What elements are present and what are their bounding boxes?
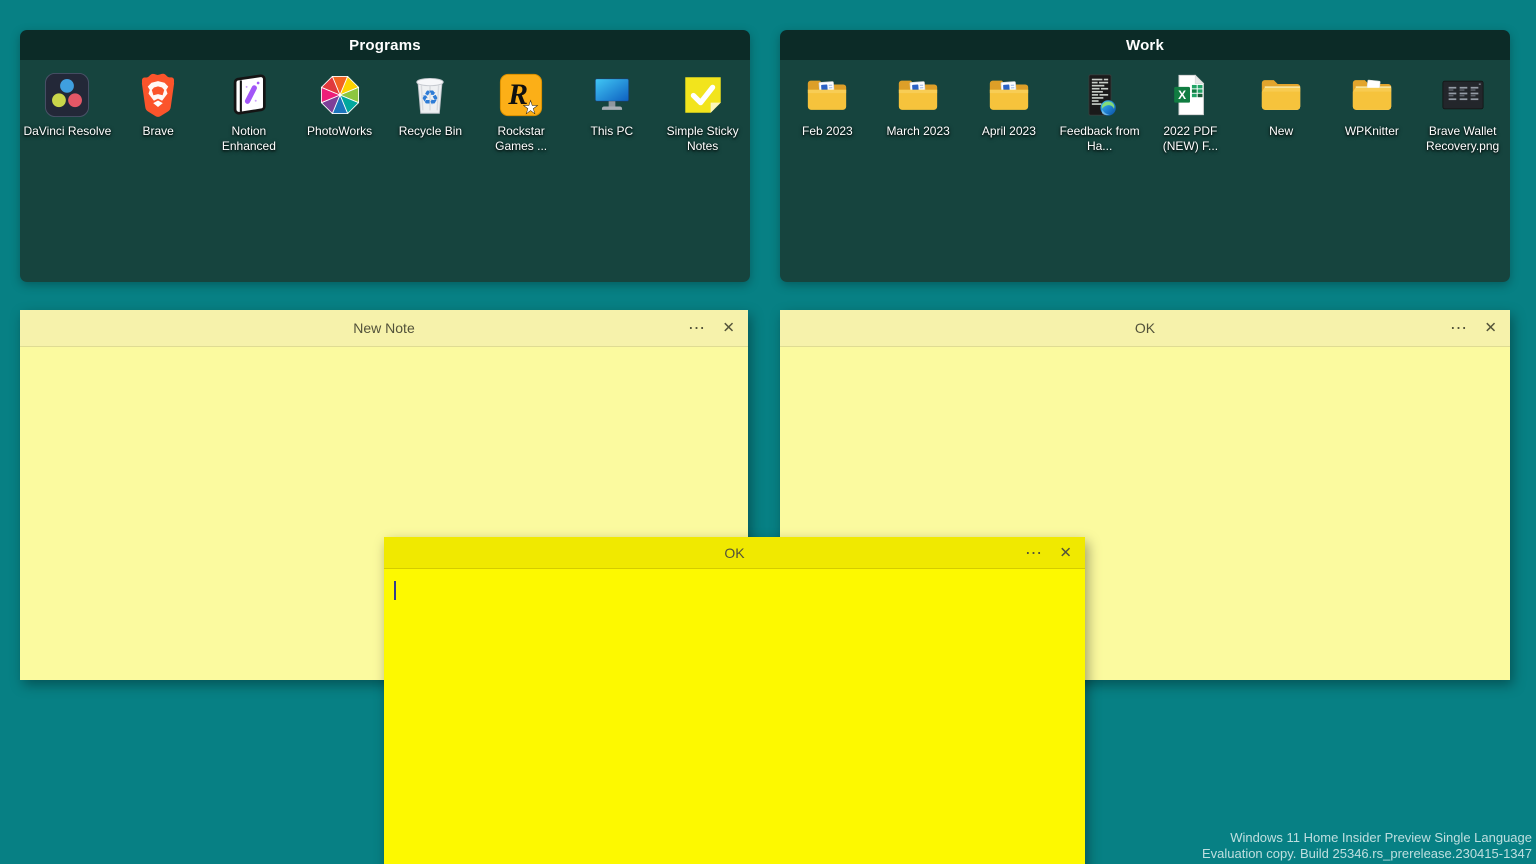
fence-work: Work Feb 2023 March 2023 April 2023 Feedback… <box>780 30 1510 282</box>
folder-open-icon <box>1258 72 1304 118</box>
note-close-button[interactable]: ✕ <box>1484 321 1497 336</box>
windows-watermark: Windows 11 Home Insider Preview Single L… <box>1202 830 1532 862</box>
desktop-icon-feedback-from-ha[interactable]: Feedback from Ha... <box>1054 72 1145 154</box>
desktop-icon-new[interactable]: New <box>1236 72 1327 154</box>
note-titlebar[interactable]: OK ⋯ ✕ <box>780 310 1510 347</box>
folder-with-doc-icon <box>895 72 941 118</box>
desktop-icon-notion-enhanced[interactable]: Notion Enhanced <box>204 72 295 154</box>
desktop-icon-davinci-resolve[interactable]: DaVinci Resolve <box>22 72 113 154</box>
watermark-line-2: Evaluation copy. Build 25346.rs_prerelea… <box>1202 846 1532 862</box>
rockstar-games-icon: R★ <box>498 72 544 118</box>
this-pc-monitor-icon <box>589 72 635 118</box>
watermark-line-1: Windows 11 Home Insider Preview Single L… <box>1202 830 1532 846</box>
svg-text:★: ★ <box>523 98 538 117</box>
icon-label: 2022 PDF (NEW) F... <box>1146 124 1234 154</box>
icon-label: PhotoWorks <box>307 124 372 139</box>
svg-text:♻: ♻ <box>421 86 439 110</box>
note-menu-button[interactable]: ⋯ <box>1025 544 1043 561</box>
desktop-icon-rockstar-games[interactable]: R★ Rockstar Games ... <box>476 72 567 154</box>
note-title: OK <box>724 545 744 561</box>
notion-book-wand-icon <box>226 72 272 118</box>
note-title: New Note <box>353 320 414 336</box>
fence-title: Work <box>1126 37 1164 54</box>
folder-with-doc-icon <box>804 72 850 118</box>
fence-items: DaVinci Resolve Brave Notion Enhanced Photo… <box>20 60 750 282</box>
fence-items: Feb 2023 March 2023 April 2023 Feedback fro… <box>780 60 1510 282</box>
note-close-button[interactable]: ✕ <box>1059 545 1072 560</box>
sticky-note-ok-2[interactable]: OK ⋯ ✕ <box>384 537 1085 864</box>
desktop-icon-2022-pdf-new-f[interactable]: X 2022 PDF (NEW) F... <box>1145 72 1236 154</box>
icon-label: Simple Sticky Notes <box>659 124 747 154</box>
icon-label: Brave <box>142 124 173 139</box>
folder-with-paper-icon <box>1349 72 1395 118</box>
folder-with-doc-icon <box>986 72 1032 118</box>
image-thumbnail-icon <box>1440 72 1486 118</box>
davinci-resolve-icon <box>44 72 90 118</box>
fence-titlebar[interactable]: Programs <box>20 30 750 60</box>
desktop-icon-recycle-bin[interactable]: ♻ Recycle Bin <box>385 72 476 154</box>
brave-lion-icon <box>135 72 181 118</box>
icon-label: April 2023 <box>982 124 1036 139</box>
icon-label: Notion Enhanced <box>205 124 293 154</box>
note-title: OK <box>1135 320 1155 336</box>
edge-html-document-icon <box>1077 72 1123 118</box>
svg-text:X: X <box>1179 88 1187 102</box>
desktop-icon-this-pc[interactable]: This PC <box>567 72 658 154</box>
desktop-icon-april-2023[interactable]: April 2023 <box>964 72 1055 154</box>
desktop-icon-brave[interactable]: Brave <box>113 72 204 154</box>
desktop-icon-march-2023[interactable]: March 2023 <box>873 72 964 154</box>
photoworks-color-wheel-icon <box>317 72 363 118</box>
icon-label: Feedback from Ha... <box>1056 124 1144 154</box>
excel-file-icon: X <box>1167 72 1213 118</box>
icon-label: Recycle Bin <box>399 124 462 139</box>
icon-label: WPKnitter <box>1345 124 1399 139</box>
icon-label: New <box>1269 124 1293 139</box>
note-menu-button[interactable]: ⋯ <box>1450 320 1468 337</box>
note-titlebar[interactable]: OK ⋯ ✕ <box>384 537 1085 569</box>
icon-label: Rockstar Games ... <box>477 124 565 154</box>
desktop-icon-wpknitter[interactable]: WPKnitter <box>1327 72 1418 154</box>
fence-title: Programs <box>349 37 421 54</box>
desktop-icon-brave-wallet-recovery-png[interactable]: Brave Wallet Recovery.png <box>1417 72 1508 154</box>
sticky-note-check-icon <box>680 72 726 118</box>
text-cursor <box>394 581 396 600</box>
icon-label: Feb 2023 <box>802 124 853 139</box>
desktop: Programs DaVinci Resolve Brave Notion Enhan… <box>0 0 1536 864</box>
note-close-button[interactable]: ✕ <box>722 321 735 336</box>
desktop-icon-feb-2023[interactable]: Feb 2023 <box>782 72 873 154</box>
note-titlebar[interactable]: New Note ⋯ ✕ <box>20 310 748 347</box>
desktop-icon-photoworks[interactable]: PhotoWorks <box>294 72 385 154</box>
note-body[interactable] <box>384 569 1085 864</box>
desktop-icon-simple-sticky-notes[interactable]: Simple Sticky Notes <box>657 72 748 154</box>
icon-label: March 2023 <box>886 124 949 139</box>
icon-label: DaVinci Resolve <box>23 124 111 139</box>
note-menu-button[interactable]: ⋯ <box>688 320 706 337</box>
recycle-bin-icon: ♻ <box>407 72 453 118</box>
icon-label: This PC <box>591 124 634 139</box>
fence-titlebar[interactable]: Work <box>780 30 1510 60</box>
icon-label: Brave Wallet Recovery.png <box>1419 124 1507 154</box>
fence-programs: Programs DaVinci Resolve Brave Notion Enhan… <box>20 30 750 282</box>
